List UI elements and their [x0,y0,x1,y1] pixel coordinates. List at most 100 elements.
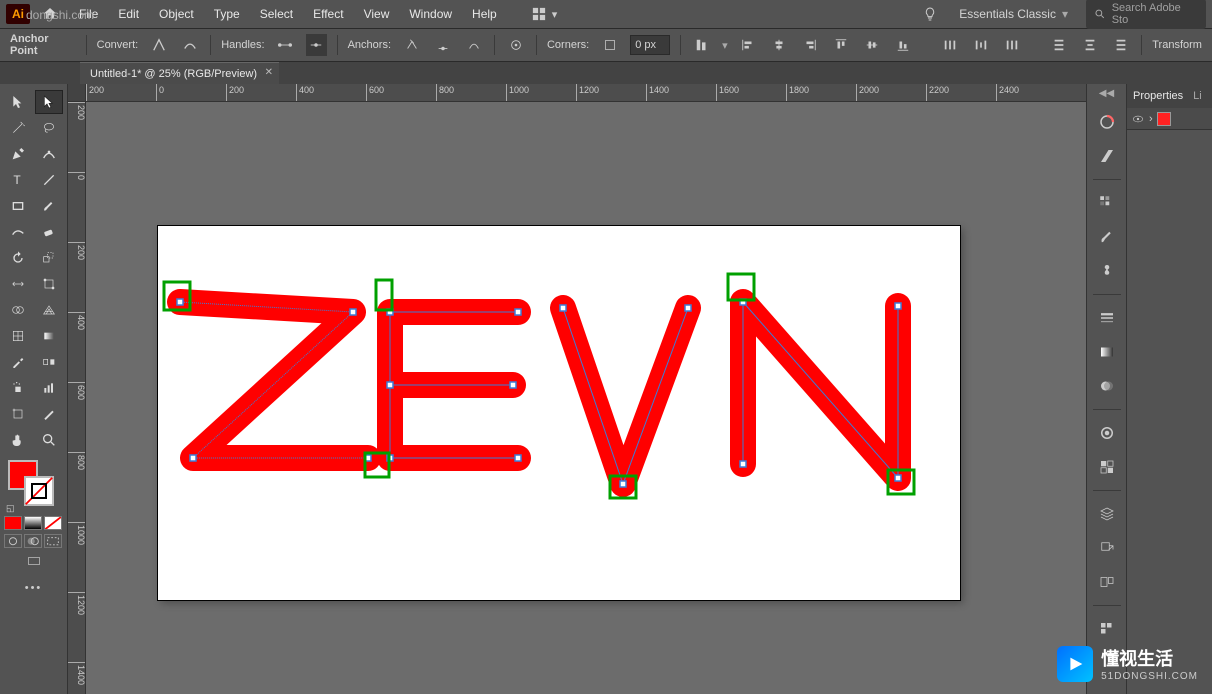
color-panel-icon[interactable] [1093,109,1121,135]
more-panel-icon[interactable] [1093,616,1121,642]
shape-builder-tool[interactable] [4,298,32,322]
graphic-styles-panel-icon[interactable] [1093,454,1121,480]
align-vcenter-icon[interactable] [862,34,883,56]
artboard-tool[interactable] [4,402,32,426]
menu-edit[interactable]: Edit [109,3,148,25]
distrib-v-top-icon[interactable] [1048,34,1069,56]
align-bottom-icon[interactable] [893,34,914,56]
distrib-h-center-icon[interactable] [971,34,992,56]
mesh-tool[interactable] [4,324,32,348]
scale-tool[interactable] [35,246,63,270]
shaper-tool[interactable] [4,220,32,244]
corners-input[interactable] [630,35,670,55]
distrib-v-center-icon[interactable] [1079,34,1100,56]
draw-normal-icon[interactable] [4,534,22,548]
lasso-tool[interactable] [35,116,63,140]
menu-object[interactable]: Object [150,3,203,25]
color-mode-gradient[interactable] [24,516,42,530]
layer-row[interactable]: › [1127,108,1212,130]
menu-help[interactable]: Help [463,3,506,25]
isolate-icon[interactable] [505,34,526,56]
visibility-icon[interactable] [1131,112,1145,126]
fill-stroke-indicator[interactable]: ◱ [4,458,63,512]
zoom-tool[interactable] [35,428,63,452]
tab-properties[interactable]: Properties [1133,90,1183,102]
handles-hide-icon[interactable] [306,34,327,56]
free-transform-tool[interactable] [35,272,63,296]
transparency-panel-icon[interactable] [1093,373,1121,399]
search-input[interactable]: Search Adobe Sto [1086,0,1206,29]
asset-export-panel-icon[interactable] [1093,535,1121,561]
menu-view[interactable]: View [355,3,399,25]
anchor-add-icon[interactable] [432,34,453,56]
hand-tool[interactable] [4,428,32,452]
gradient-panel-icon[interactable] [1093,339,1121,365]
symbols-panel-icon[interactable] [1093,258,1121,284]
align-right-icon[interactable] [800,34,821,56]
convert-corner-icon[interactable] [148,34,169,56]
slice-tool[interactable] [35,402,63,426]
color-mode-none[interactable] [44,516,62,530]
direct-selection-tool[interactable] [35,90,63,114]
canvas-viewport[interactable] [86,102,1086,694]
color-mode-solid[interactable] [4,516,22,530]
expand-icon[interactable]: › [1149,113,1153,125]
stroke-panel-icon[interactable] [1093,305,1121,331]
distrib-v-bottom-icon[interactable] [1110,34,1131,56]
anchor-remove-icon[interactable] [401,34,422,56]
align-left-icon[interactable] [738,34,759,56]
paintbrush-tool[interactable] [35,194,63,218]
arrange-docs-icon[interactable] [528,3,550,25]
menu-type[interactable]: Type [205,3,249,25]
edit-toolbar-icon[interactable]: ••• [4,582,63,594]
draw-behind-icon[interactable] [24,534,42,548]
selection-tool[interactable] [4,90,32,114]
distrib-h-right-icon[interactable] [1002,34,1023,56]
curvature-tool[interactable] [35,142,63,166]
rotate-tool[interactable] [4,246,32,270]
perspective-grid-tool[interactable] [35,298,63,322]
eyedropper-tool[interactable] [4,350,32,374]
handles-show-icon[interactable] [275,34,296,56]
close-icon[interactable]: ✕ [265,67,273,78]
convert-smooth-icon[interactable] [179,34,200,56]
align-hcenter-icon[interactable] [769,34,790,56]
align-top-icon[interactable] [831,34,852,56]
draw-inside-icon[interactable] [44,534,62,548]
width-tool[interactable] [4,272,32,296]
corner-link-icon[interactable] [599,34,620,56]
horizontal-ruler[interactable]: 2000200400600800100012001400160018002000… [86,84,1086,102]
lightbulb-icon[interactable] [919,3,941,25]
column-graph-tool[interactable] [35,376,63,400]
stroke-swatch[interactable] [24,476,54,506]
vertical-ruler[interactable]: 2000200400600800100012001400 [68,102,86,694]
symbol-sprayer-tool[interactable] [4,376,32,400]
menu-select[interactable]: Select [251,3,302,25]
artboards-panel-icon[interactable] [1093,569,1121,595]
line-tool[interactable] [35,168,63,192]
distrib-h-left-icon[interactable] [939,34,960,56]
artboard[interactable] [158,226,960,600]
color-guide-panel-icon[interactable] [1093,143,1121,169]
magic-wand-tool[interactable] [4,116,32,140]
swatches-panel-icon[interactable] [1093,190,1121,216]
brushes-panel-icon[interactable] [1093,224,1121,250]
type-tool[interactable]: T [4,168,32,192]
layers-panel-icon[interactable] [1093,501,1121,527]
default-fill-stroke-icon[interactable]: ◱ [6,503,15,514]
appearance-panel-icon[interactable] [1093,420,1121,446]
eraser-tool[interactable] [35,220,63,244]
tab-libraries[interactable]: Li [1193,90,1202,102]
pen-tool[interactable] [4,142,32,166]
blend-tool[interactable] [35,350,63,374]
screen-mode-icon[interactable] [4,550,63,574]
gradient-tool[interactable] [35,324,63,348]
workspace-switcher[interactable]: Essentials Classic ▾ [951,3,1076,25]
anchor-connect-icon[interactable] [463,34,484,56]
menu-window[interactable]: Window [400,3,461,25]
transform-label[interactable]: Transform [1152,39,1202,51]
align-to-icon[interactable] [691,34,712,56]
collapse-right-icon[interactable]: ◀◀ [1099,88,1114,99]
rectangle-tool[interactable] [4,194,32,218]
menu-effect[interactable]: Effect [304,3,352,25]
